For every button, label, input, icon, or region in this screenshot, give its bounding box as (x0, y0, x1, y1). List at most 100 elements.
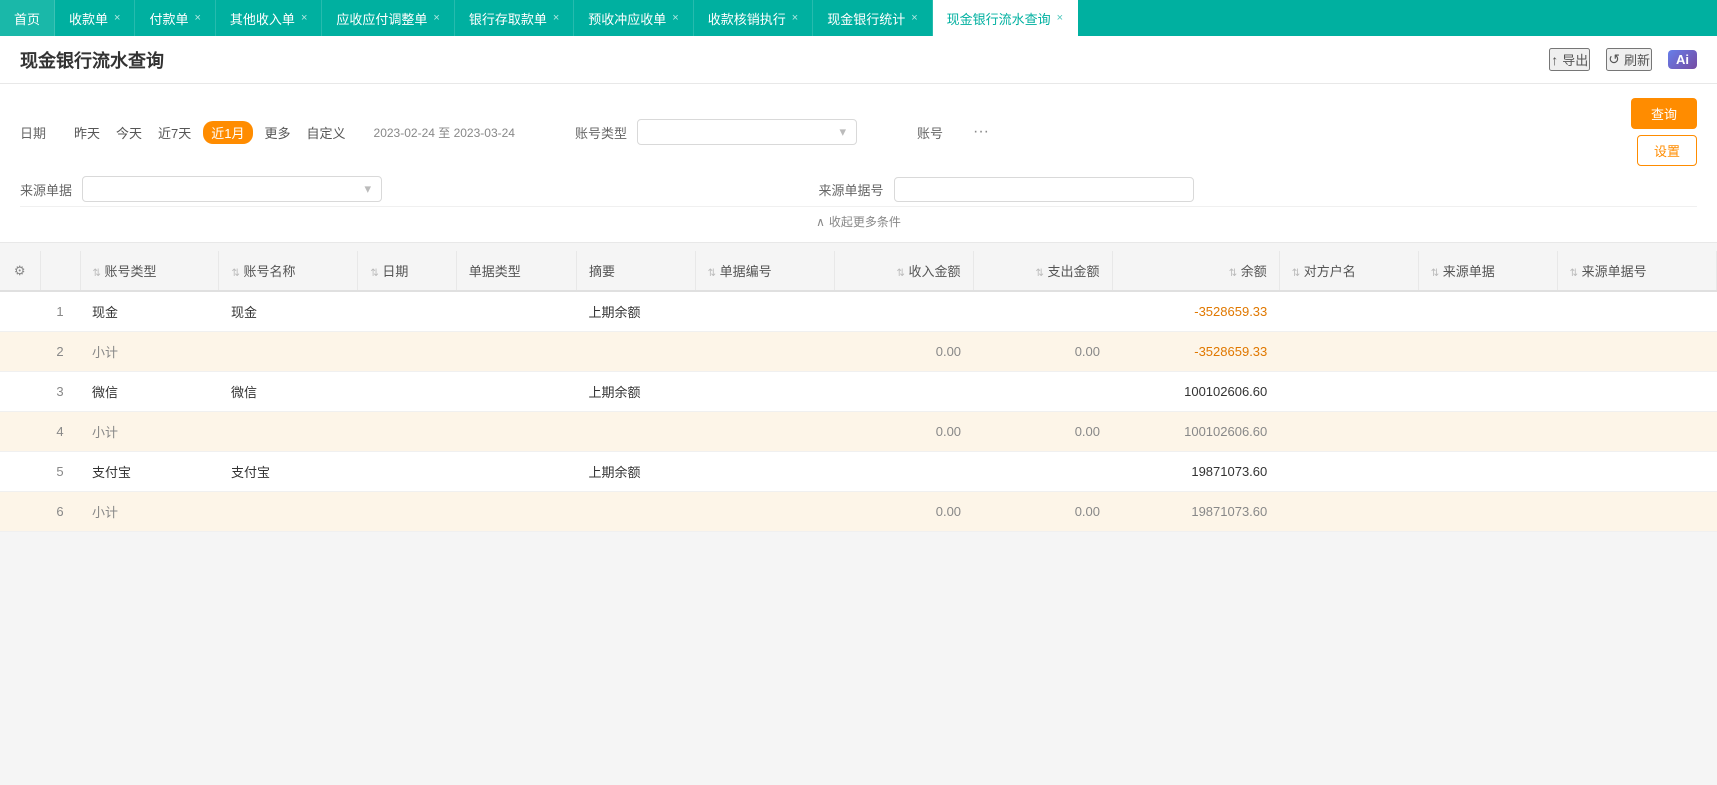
nav-home[interactable]: 首页 (0, 0, 55, 36)
date-more[interactable]: 更多 (261, 121, 295, 144)
account-no-dots[interactable]: ··· (967, 121, 995, 143)
row-num-cell: 1 (40, 291, 80, 332)
nav-payment-label: 付款单 (149, 9, 188, 28)
source-doc-group: 来源单据 ▾ (20, 176, 759, 202)
row-expense (973, 372, 1112, 412)
nav-advance[interactable]: 预收冲应收单 × (574, 0, 693, 36)
row-date (358, 492, 456, 532)
nav-receipt-verify-close[interactable]: × (792, 12, 798, 24)
row-source-doc-no (1557, 372, 1716, 412)
nav-other-income[interactable]: 其他收入单 × (216, 0, 322, 36)
collapse-bar[interactable]: ∧ 收起更多条件 (20, 206, 1697, 232)
nav-payment[interactable]: 付款单 × (135, 0, 215, 36)
collapse-label: 收起更多条件 (829, 213, 901, 230)
row-expense: 0.00 (973, 492, 1112, 532)
col-source-doc-no[interactable]: ⇅ 来源单据号 (1557, 251, 1716, 291)
nav-ar-ap[interactable]: 应收应付调整单 × (322, 0, 454, 36)
filter-area: 日期 昨天 今天 近7天 近1月 更多 自定义 2023-02-24 至 202… (0, 84, 1717, 243)
row-summary: 上期余额 (576, 291, 695, 332)
row-counterpart (1279, 332, 1418, 372)
account-type-group: 账号类型 ▾ (575, 119, 857, 145)
col-doc-no[interactable]: ⇅ 单据编号 (695, 251, 834, 291)
sort-icon10: ⇅ (1570, 268, 1578, 279)
row-num-cell: 5 (40, 452, 80, 492)
nav-advance-close[interactable]: × (672, 12, 678, 24)
row-source-doc (1418, 492, 1557, 532)
nav-receipt-label: 收款单 (69, 9, 108, 28)
row-date (358, 412, 456, 452)
query-button[interactable]: 查询 (1631, 98, 1697, 129)
row-source-doc (1418, 291, 1557, 332)
row-settings-cell (0, 492, 40, 532)
nav-cash-bank-stat[interactable]: 现金银行统计 × (813, 0, 932, 36)
row-income: 0.00 (834, 412, 973, 452)
date-yesterday[interactable]: 昨天 (70, 121, 104, 144)
col-balance[interactable]: ⇅ 余额 (1112, 251, 1279, 291)
row-counterpart (1279, 452, 1418, 492)
row-summary: 上期余额 (576, 452, 695, 492)
table-row: 1 现金 现金 上期余额 -3528659.33 (0, 291, 1717, 332)
settings-button[interactable]: 设置 (1637, 135, 1697, 166)
col-summary[interactable]: 摘要 (576, 251, 695, 291)
nav-bank-deposit[interactable]: 银行存取款单 × (455, 0, 574, 36)
source-doc-select[interactable]: ▾ (82, 176, 382, 202)
col-income[interactable]: ⇅ 收入金额 (834, 251, 973, 291)
col-account-type[interactable]: ⇅ 账号类型 (80, 251, 219, 291)
row-account-name (219, 412, 358, 452)
table-row: 6 小计 0.00 0.00 19871073.60 (0, 492, 1717, 532)
nav-cash-bank-stat-label: 现金银行统计 (827, 9, 905, 28)
nav-payment-close[interactable]: × (194, 12, 200, 24)
date-filter-group: 日期 昨天 今天 近7天 近1月 更多 自定义 (20, 121, 350, 144)
col-counterpart[interactable]: ⇅ 对方户名 (1279, 251, 1418, 291)
nav-receipt-close[interactable]: × (114, 12, 120, 24)
source-doc-no-input[interactable] (894, 177, 1194, 202)
nav-receipt-verify[interactable]: 收款核销执行 × (694, 0, 813, 36)
row-summary (576, 492, 695, 532)
row-settings-cell (0, 332, 40, 372)
nav-other-income-close[interactable]: × (301, 12, 307, 24)
account-type-label: 账号类型 (575, 123, 627, 142)
nav-cash-bank-flow[interactable]: 现金银行流水查询 × (933, 0, 1078, 36)
date-custom[interactable]: 自定义 (303, 121, 350, 144)
row-summary: 上期余额 (576, 372, 695, 412)
nav-other-income-label: 其他收入单 (230, 9, 295, 28)
table-row: 4 小计 0.00 0.00 100102606.60 (0, 412, 1717, 452)
col-doc-type[interactable]: 单据类型 (456, 251, 576, 291)
date-today[interactable]: 今天 (112, 121, 146, 144)
sort-icon5: ⇅ (897, 268, 905, 279)
source-doc-chevron-icon: ▾ (364, 181, 371, 197)
header-actions: ↑ 导出 ↺ 刷新 Ai (1549, 48, 1697, 71)
nav-home-label: 首页 (14, 9, 40, 28)
table-container: ⚙ ⇅ 账号类型 ⇅ 账号名称 ⇅ 日期 单据类型 摘要 ⇅ 单 (0, 251, 1717, 532)
sort-icon7: ⇅ (1229, 268, 1237, 279)
row-account-type: 支付宝 (80, 452, 219, 492)
export-button[interactable]: ↑ 导出 (1549, 48, 1590, 71)
row-expense: 0.00 (973, 412, 1112, 452)
col-source-doc[interactable]: ⇅ 来源单据 (1418, 251, 1557, 291)
ai-button[interactable]: Ai (1668, 50, 1697, 69)
nav-receipt[interactable]: 收款单 × (55, 0, 135, 36)
sort-icon: ⇅ (93, 268, 101, 279)
nav-bank-deposit-close[interactable]: × (553, 12, 559, 24)
row-num-cell: 2 (40, 332, 80, 372)
account-no-label: 账号 (917, 123, 957, 142)
source-doc-no-label: 来源单据号 (819, 180, 884, 199)
row-account-name: 微信 (219, 372, 358, 412)
nav-cash-bank-stat-close[interactable]: × (911, 12, 917, 24)
account-type-select[interactable]: ▾ (637, 119, 857, 145)
col-expense[interactable]: ⇅ 支出金额 (973, 251, 1112, 291)
row-account-name: 支付宝 (219, 452, 358, 492)
date-7days[interactable]: 近7天 (154, 121, 195, 144)
row-source-doc-no (1557, 412, 1716, 452)
refresh-button[interactable]: ↺ 刷新 (1606, 48, 1652, 71)
date-1month[interactable]: 近1月 (203, 121, 252, 144)
col-settings[interactable]: ⚙ (0, 251, 40, 291)
row-balance: -3528659.33 (1112, 332, 1279, 372)
table-row: 3 微信 微信 上期余额 100102606.60 (0, 372, 1717, 412)
col-date[interactable]: ⇅ 日期 (358, 251, 456, 291)
row-counterpart (1279, 412, 1418, 452)
row-account-name (219, 492, 358, 532)
nav-cash-bank-flow-close[interactable]: × (1057, 12, 1063, 24)
nav-ar-ap-close[interactable]: × (433, 12, 439, 24)
col-account-name[interactable]: ⇅ 账号名称 (219, 251, 358, 291)
